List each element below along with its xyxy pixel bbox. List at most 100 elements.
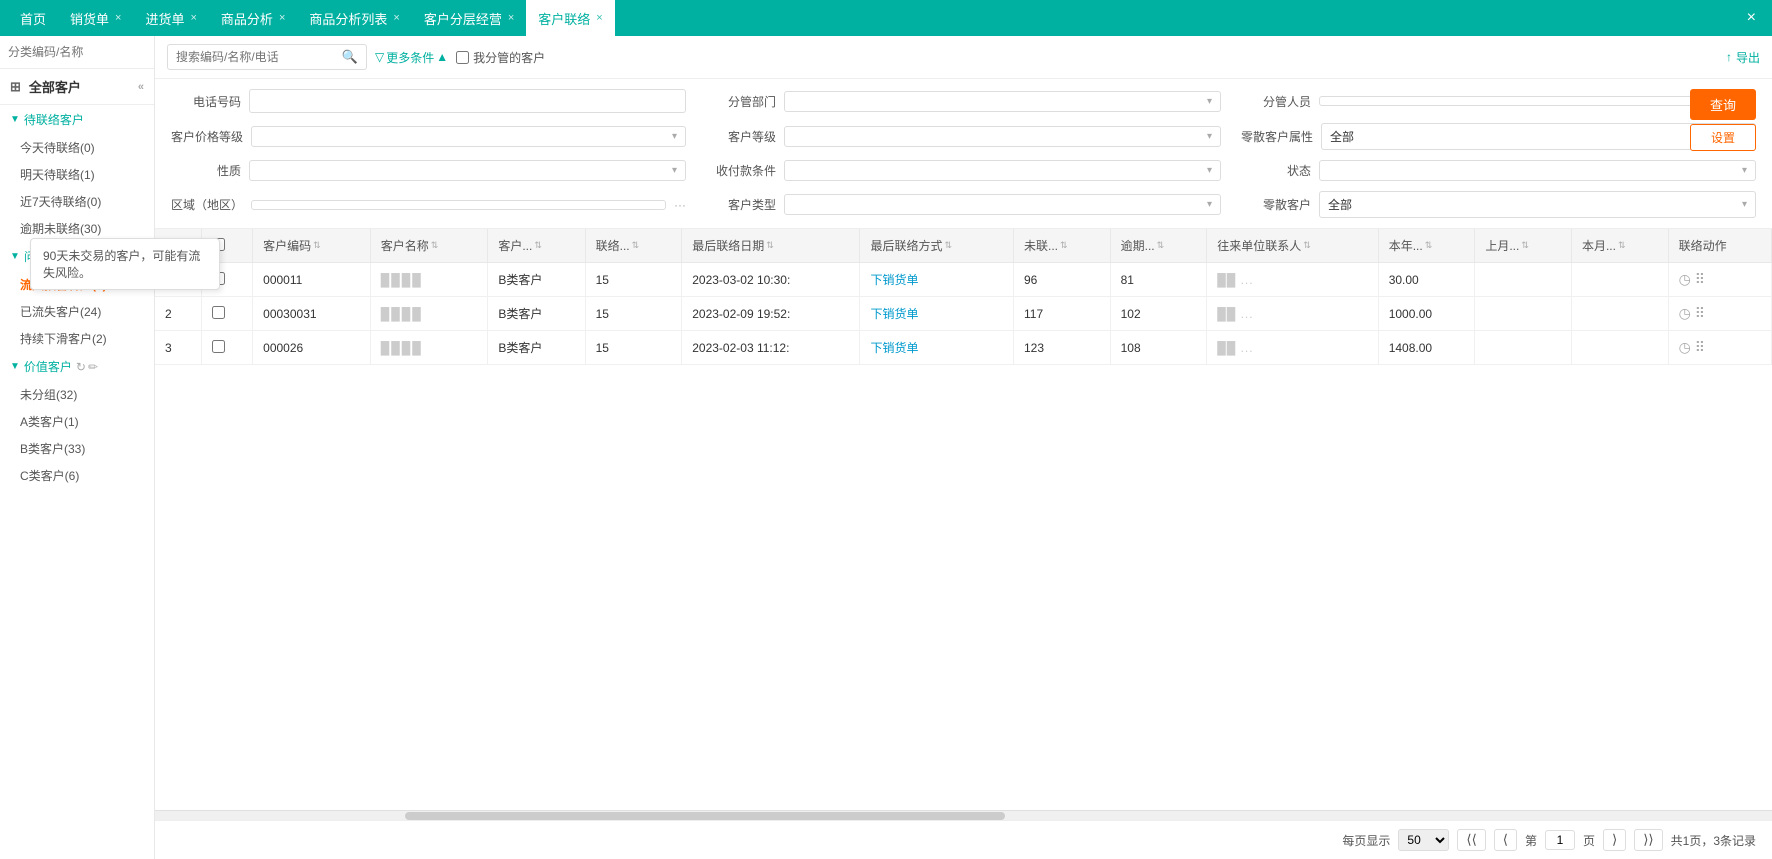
filter-region-select[interactable]: [251, 200, 666, 210]
filter-customer-level-select[interactable]: ▾: [784, 126, 1221, 147]
tab-purchase-order[interactable]: 进货单 ×: [133, 0, 208, 36]
filter-price-level: 客户价格等级 ▾: [171, 123, 686, 150]
last-method-link[interactable]: 下销货单: [870, 307, 918, 321]
cell-last-method[interactable]: 下销货单: [860, 297, 1014, 331]
row-checkbox-1[interactable]: [212, 306, 225, 319]
sidebar-item-class-c[interactable]: C类客户(6): [0, 462, 154, 489]
contact-action-icon[interactable]: ◷: [1679, 305, 1691, 322]
th-not-contacted[interactable]: 未联...⇅: [1013, 229, 1110, 263]
contact-action-icon[interactable]: ◷: [1679, 271, 1691, 288]
filter-scatter-select[interactable]: 全部 ▾: [1319, 191, 1756, 218]
filter-manager-select[interactable]: [1319, 96, 1736, 106]
filter-status-select[interactable]: ▾: [1319, 160, 1756, 181]
sidebar-item-tomorrow-contact[interactable]: 明天待联络(1): [0, 161, 154, 188]
more-btn-region[interactable]: ···: [674, 198, 686, 212]
filter-dept-select[interactable]: ▾: [784, 91, 1221, 112]
page-number-input[interactable]: [1545, 830, 1575, 850]
th-this-month[interactable]: 本月...⇅: [1571, 229, 1668, 263]
top-nav-bar: 首页 销货单 × 进货单 × 商品分析 × 商品分析列表 × 客户分层经营 × …: [0, 0, 1772, 36]
table-header-row: ⚙ 客户编码⇅ 客户名称⇅ 客户...⇅ 联络...⇅ 最后联络日期⇅ 最后联络…: [155, 229, 1772, 263]
last-page-btn[interactable]: ⟩⟩: [1634, 829, 1662, 851]
sidebar-item-ungrouped[interactable]: 未分组(32): [0, 381, 154, 408]
cell-index: 2: [155, 297, 202, 331]
sidebar-item-declining[interactable]: 持续下滑客户(2): [0, 325, 154, 352]
cell-code: 000026: [253, 331, 371, 365]
cell-checkbox[interactable]: [202, 331, 253, 365]
sidebar-item-7day-contact[interactable]: 近7天待联络(0): [0, 188, 154, 215]
cell-this-month: [1571, 331, 1668, 365]
cell-last-method[interactable]: 下销货单: [860, 331, 1014, 365]
sort-icon-code: ⇅: [313, 240, 321, 251]
export-button[interactable]: ↑ 导出: [1726, 49, 1760, 66]
next-page-btn[interactable]: ⟩: [1603, 829, 1626, 851]
th-this-year[interactable]: 本年...⇅: [1378, 229, 1475, 263]
sidebar-item-class-a[interactable]: A类客户(1): [0, 408, 154, 435]
more-action-icon[interactable]: ⠿: [1695, 305, 1705, 322]
close-tab-product-list[interactable]: ×: [393, 12, 399, 24]
more-conditions-btn[interactable]: ▽ 更多条件 ▲: [375, 49, 448, 66]
close-all-btn[interactable]: ×: [1739, 5, 1764, 31]
cell-last-method[interactable]: 下销货单: [860, 263, 1014, 297]
close-tab-product-analysis[interactable]: ×: [279, 12, 285, 24]
chevron-down-icon-3: ▾: [1207, 131, 1212, 142]
th-method-label: 最后联络方式: [870, 237, 942, 254]
cell-this-year: 30.00: [1378, 263, 1475, 297]
settings-button[interactable]: 设置: [1690, 124, 1756, 151]
th-last-month[interactable]: 上月...⇅: [1475, 229, 1572, 263]
th-contact[interactable]: 联络...⇅: [585, 229, 682, 263]
sort-icon-method: ⇅: [945, 240, 953, 251]
filter-customer-type-select[interactable]: ▾: [784, 194, 1221, 215]
tooltip-churn-warning: 90天未交易的客户，可能有流失风险。: [30, 238, 155, 290]
th-code[interactable]: 客户编码⇅: [253, 229, 371, 263]
sidebar-all-customers[interactable]: ⊞ 全部客户 «: [0, 69, 154, 105]
close-tab-purchase[interactable]: ×: [190, 12, 196, 24]
filter-price-level-select[interactable]: ▾: [251, 126, 686, 147]
search-input[interactable]: [176, 50, 342, 64]
th-last-contact-method[interactable]: 最后联络方式⇅: [860, 229, 1014, 263]
sidebar-section-value[interactable]: ▼ 价值客户 ↻ ✏: [0, 352, 154, 381]
more-action-icon[interactable]: ⠿: [1695, 339, 1705, 356]
more-action-icon[interactable]: ⠿: [1695, 271, 1705, 288]
sidebar-section-pending[interactable]: ▼ 待联络客户: [0, 105, 154, 134]
chevron-down-icon: ▾: [1207, 96, 1212, 107]
th-overdue[interactable]: 逾期...⇅: [1110, 229, 1207, 263]
tab-customer-tier[interactable]: 客户分层经营 ×: [412, 0, 526, 36]
contact-action-icon[interactable]: ◷: [1679, 339, 1691, 356]
close-tab-customer-contact[interactable]: ×: [596, 12, 602, 24]
tab-product-analysis-list[interactable]: 商品分析列表 ×: [297, 0, 411, 36]
my-customers-checkbox[interactable]: [456, 51, 469, 64]
tab-customer-contact[interactable]: 客户联络 ×: [526, 0, 614, 36]
sidebar-search-input[interactable]: [8, 45, 155, 59]
per-page-select[interactable]: 50 100 200: [1398, 829, 1449, 851]
cell-overdue: 108: [1110, 331, 1207, 365]
last-method-link[interactable]: 下销货单: [870, 341, 918, 355]
scrollbar-thumb[interactable]: [405, 812, 1005, 820]
sidebar-item-today-contact[interactable]: 今天待联络(0): [0, 134, 154, 161]
sidebar-item-class-b[interactable]: B类客户(33): [0, 435, 154, 462]
close-tab-sales-order[interactable]: ×: [115, 12, 121, 24]
th-contact-person[interactable]: 往来单位联系人⇅: [1207, 229, 1378, 263]
refresh-icon[interactable]: ↻: [76, 360, 86, 374]
search-icon[interactable]: 🔍: [342, 49, 358, 65]
th-last-contact-date[interactable]: 最后联络日期⇅: [682, 229, 860, 263]
tab-home[interactable]: 首页: [8, 0, 58, 36]
cell-not-contacted: 96: [1013, 263, 1110, 297]
page-label: 第: [1525, 832, 1537, 849]
filter-nature-select[interactable]: ▾: [249, 160, 686, 181]
first-page-btn[interactable]: ⟨⟨: [1457, 829, 1485, 851]
th-type[interactable]: 客户...⇅: [488, 229, 585, 263]
horizontal-scrollbar[interactable]: [155, 810, 1772, 820]
th-name[interactable]: 客户名称⇅: [370, 229, 488, 263]
close-tab-customer-tier[interactable]: ×: [508, 12, 514, 24]
prev-page-btn[interactable]: ⟨: [1494, 829, 1517, 851]
filter-payment-select[interactable]: ▾: [784, 160, 1221, 181]
filter-phone-input[interactable]: [249, 89, 686, 113]
query-button[interactable]: 查询: [1690, 89, 1756, 120]
edit-icon[interactable]: ✏: [88, 360, 98, 374]
tab-sales-order[interactable]: 销货单 ×: [58, 0, 133, 36]
tab-product-analysis[interactable]: 商品分析 ×: [209, 0, 297, 36]
sidebar-item-churned[interactable]: 已流失客户(24): [0, 298, 154, 325]
last-method-link[interactable]: 下销货单: [870, 273, 918, 287]
row-checkbox-2[interactable]: [212, 340, 225, 353]
cell-checkbox[interactable]: [202, 297, 253, 331]
